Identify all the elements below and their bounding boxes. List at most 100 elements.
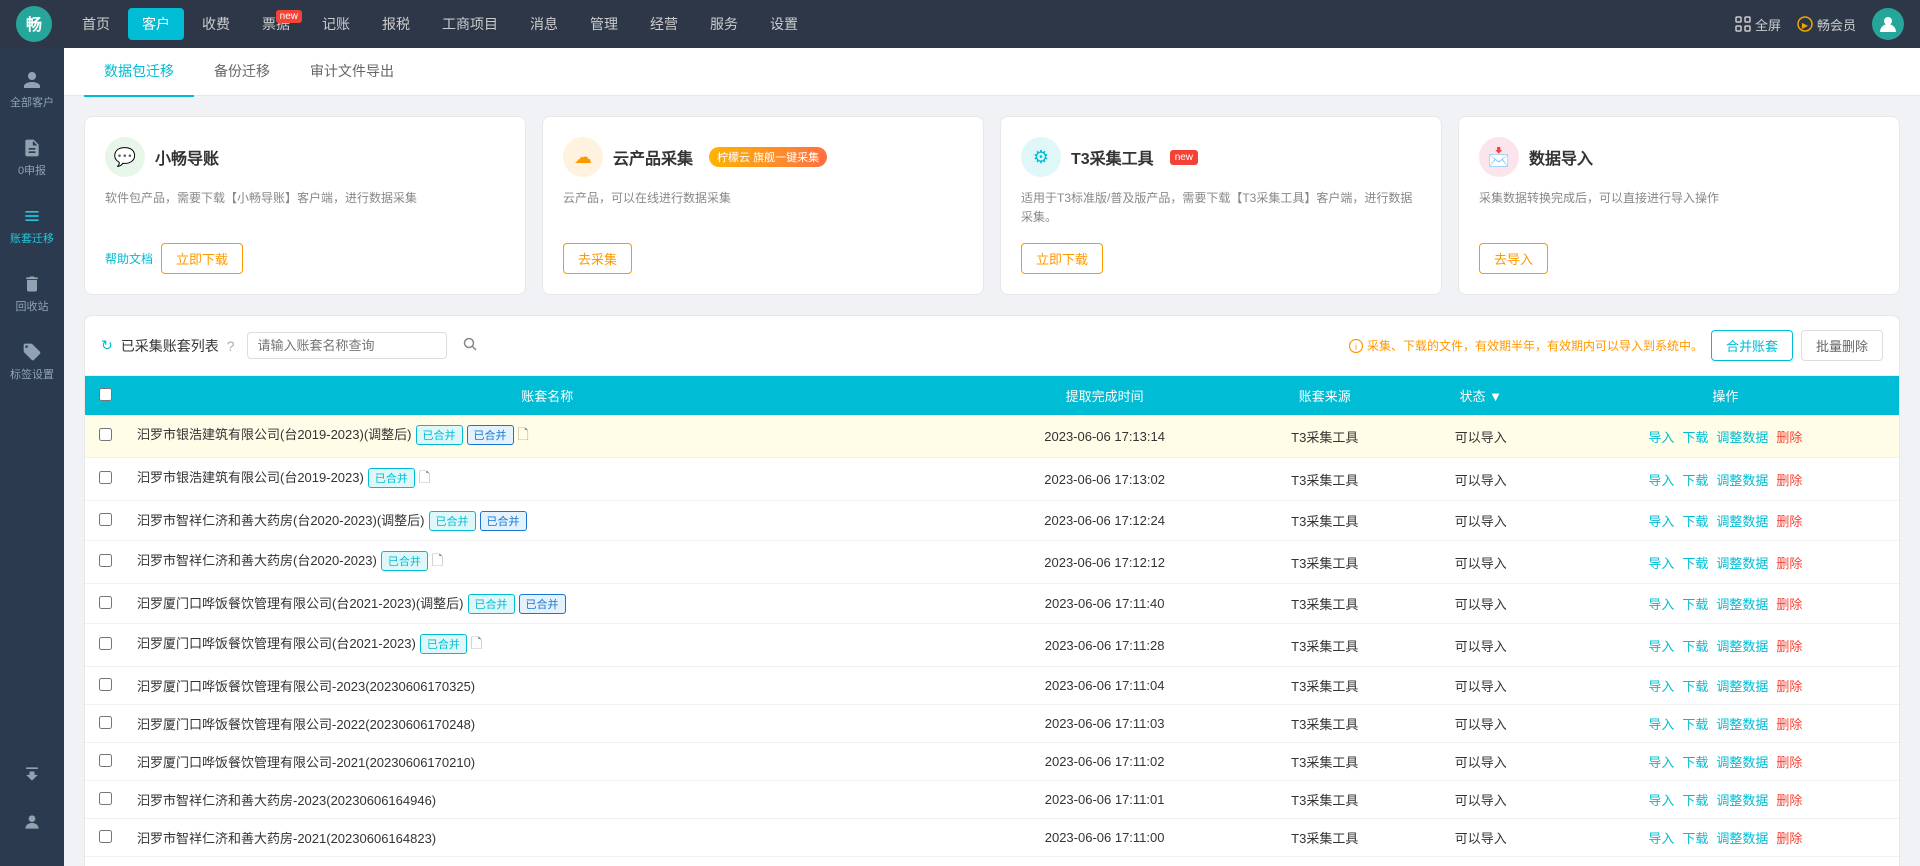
action-导入[interactable]: 导入 [1648, 717, 1674, 732]
action-调整数据[interactable]: 调整数据 [1716, 597, 1768, 612]
nav-item-home[interactable]: 首页 [68, 8, 124, 40]
action-导入[interactable]: 导入 [1648, 639, 1674, 654]
action-下载[interactable]: 下载 [1682, 793, 1708, 808]
nav-item-operation[interactable]: 经营 [636, 8, 692, 40]
help-doc-link[interactable]: 帮助文档 [105, 250, 153, 267]
action-下载[interactable]: 下载 [1682, 717, 1708, 732]
action-删除[interactable]: 删除 [1776, 679, 1802, 694]
row-checkbox[interactable] [99, 830, 112, 843]
action-下载[interactable]: 下载 [1682, 473, 1708, 488]
nav-item-tax[interactable]: 报税 [368, 8, 424, 40]
action-删除[interactable]: 删除 [1776, 639, 1802, 654]
action-下载[interactable]: 下载 [1682, 514, 1708, 529]
file-icon[interactable]: 🗋 [432, 552, 443, 568]
action-下载[interactable]: 下载 [1682, 679, 1708, 694]
action-删除[interactable]: 删除 [1776, 473, 1802, 488]
action-导入[interactable]: 导入 [1648, 597, 1674, 612]
action-导入[interactable]: 导入 [1648, 556, 1674, 571]
action-删除[interactable]: 删除 [1776, 755, 1802, 770]
file-icon[interactable]: 🗋 [419, 469, 430, 485]
action-调整数据[interactable]: 调整数据 [1716, 793, 1768, 808]
nav-item-message[interactable]: 消息 [516, 8, 572, 40]
action-导入[interactable]: 导入 [1648, 831, 1674, 846]
nav-item-business[interactable]: 工商项目 [428, 8, 512, 40]
tab-data-migration[interactable]: 数据包迁移 [84, 48, 194, 97]
action-调整数据[interactable]: 调整数据 [1716, 717, 1768, 732]
action-下载[interactable]: 下载 [1682, 755, 1708, 770]
action-下载[interactable]: 下载 [1682, 430, 1708, 445]
action-删除[interactable]: 删除 [1776, 514, 1802, 529]
action-调整数据[interactable]: 调整数据 [1716, 639, 1768, 654]
sidebar-item-account-transfer[interactable]: 账套迁移 [4, 196, 60, 256]
action-导入[interactable]: 导入 [1648, 473, 1674, 488]
nav-item-bill[interactable]: 票据new [248, 8, 304, 40]
tab-backup-migration[interactable]: 备份迁移 [194, 48, 290, 97]
file-icon[interactable]: 🗋 [471, 635, 482, 651]
download-now-button-t3[interactable]: 立即下载 [1021, 243, 1103, 274]
action-下载[interactable]: 下载 [1682, 639, 1708, 654]
action-下载[interactable]: 下载 [1682, 556, 1708, 571]
row-checkbox[interactable] [99, 754, 112, 767]
action-删除[interactable]: 删除 [1776, 430, 1802, 445]
action-删除[interactable]: 删除 [1776, 793, 1802, 808]
nav-item-setting[interactable]: 设置 [756, 8, 812, 40]
action-导入[interactable]: 导入 [1648, 793, 1674, 808]
nav-item-client[interactable]: 客户 [128, 8, 184, 40]
sidebar-item-zero-report[interactable]: 0申报 [4, 128, 60, 188]
row-name-cell: 汩罗市智祥仁济和善大药房-2022(20230606164905) [125, 857, 970, 866]
action-调整数据[interactable]: 调整数据 [1716, 831, 1768, 846]
file-icon[interactable]: 🗋 [518, 426, 529, 442]
row-checkbox[interactable] [99, 554, 112, 567]
help-icon[interactable]: ? [227, 338, 235, 354]
row-checkbox[interactable] [99, 678, 112, 691]
search-button[interactable] [459, 333, 481, 358]
nav-item-service[interactable]: 服务 [696, 8, 752, 40]
action-删除[interactable]: 删除 [1776, 717, 1802, 732]
action-调整数据[interactable]: 调整数据 [1716, 755, 1768, 770]
action-调整数据[interactable]: 调整数据 [1716, 679, 1768, 694]
action-导入[interactable]: 导入 [1648, 755, 1674, 770]
user-avatar[interactable] [1872, 8, 1904, 40]
action-导入[interactable]: 导入 [1648, 430, 1674, 445]
row-checkbox[interactable] [99, 596, 112, 609]
fullscreen-button[interactable]: 全屏 [1735, 15, 1781, 34]
vip-button[interactable]: ▶ 畅会员 [1797, 15, 1856, 34]
select-all-checkbox[interactable] [99, 388, 112, 401]
go-collect-button[interactable]: 去采集 [563, 243, 632, 274]
search-input[interactable] [247, 332, 447, 359]
action-调整数据[interactable]: 调整数据 [1716, 556, 1768, 571]
action-导入[interactable]: 导入 [1648, 514, 1674, 529]
sidebar-item-tag-settings[interactable]: 标签设置 [4, 332, 60, 392]
sidebar-item-profile[interactable] [4, 802, 60, 842]
row-checkbox[interactable] [99, 792, 112, 805]
sidebar-item-all-clients[interactable]: 全部客户 [4, 60, 60, 120]
download-now-button-xiaochang[interactable]: 立即下载 [161, 243, 243, 274]
row-checkbox[interactable] [99, 513, 112, 526]
go-import-button[interactable]: 去导入 [1479, 243, 1548, 274]
table-header-status[interactable]: 状态 ▼ [1410, 376, 1552, 415]
row-checkbox[interactable] [99, 637, 112, 650]
nav-item-account[interactable]: 记账 [308, 8, 364, 40]
refresh-icon[interactable]: ↻ [101, 337, 113, 354]
action-删除[interactable]: 删除 [1776, 831, 1802, 846]
action-调整数据[interactable]: 调整数据 [1716, 514, 1768, 529]
nav-item-manage[interactable]: 管理 [576, 8, 632, 40]
action-删除[interactable]: 删除 [1776, 556, 1802, 571]
row-name-text: 汩罗市智祥仁济和善大药房-2023(20230606164946) [137, 793, 436, 808]
sidebar-item-recycle[interactable]: 回收站 [4, 264, 60, 324]
nav-item-fee[interactable]: 收费 [188, 8, 244, 40]
action-下载[interactable]: 下载 [1682, 831, 1708, 846]
app-logo[interactable]: 畅 [16, 6, 52, 42]
action-调整数据[interactable]: 调整数据 [1716, 473, 1768, 488]
row-checkbox[interactable] [99, 428, 112, 441]
sidebar-item-download[interactable] [4, 754, 60, 794]
tab-audit-export[interactable]: 审计文件导出 [290, 48, 414, 97]
action-下载[interactable]: 下载 [1682, 597, 1708, 612]
row-checkbox[interactable] [99, 716, 112, 729]
action-调整数据[interactable]: 调整数据 [1716, 430, 1768, 445]
batch-delete-button[interactable]: 批量删除 [1801, 330, 1883, 361]
action-导入[interactable]: 导入 [1648, 679, 1674, 694]
merge-account-button[interactable]: 合并账套 [1711, 330, 1793, 361]
action-删除[interactable]: 删除 [1776, 597, 1802, 612]
row-checkbox[interactable] [99, 471, 112, 484]
